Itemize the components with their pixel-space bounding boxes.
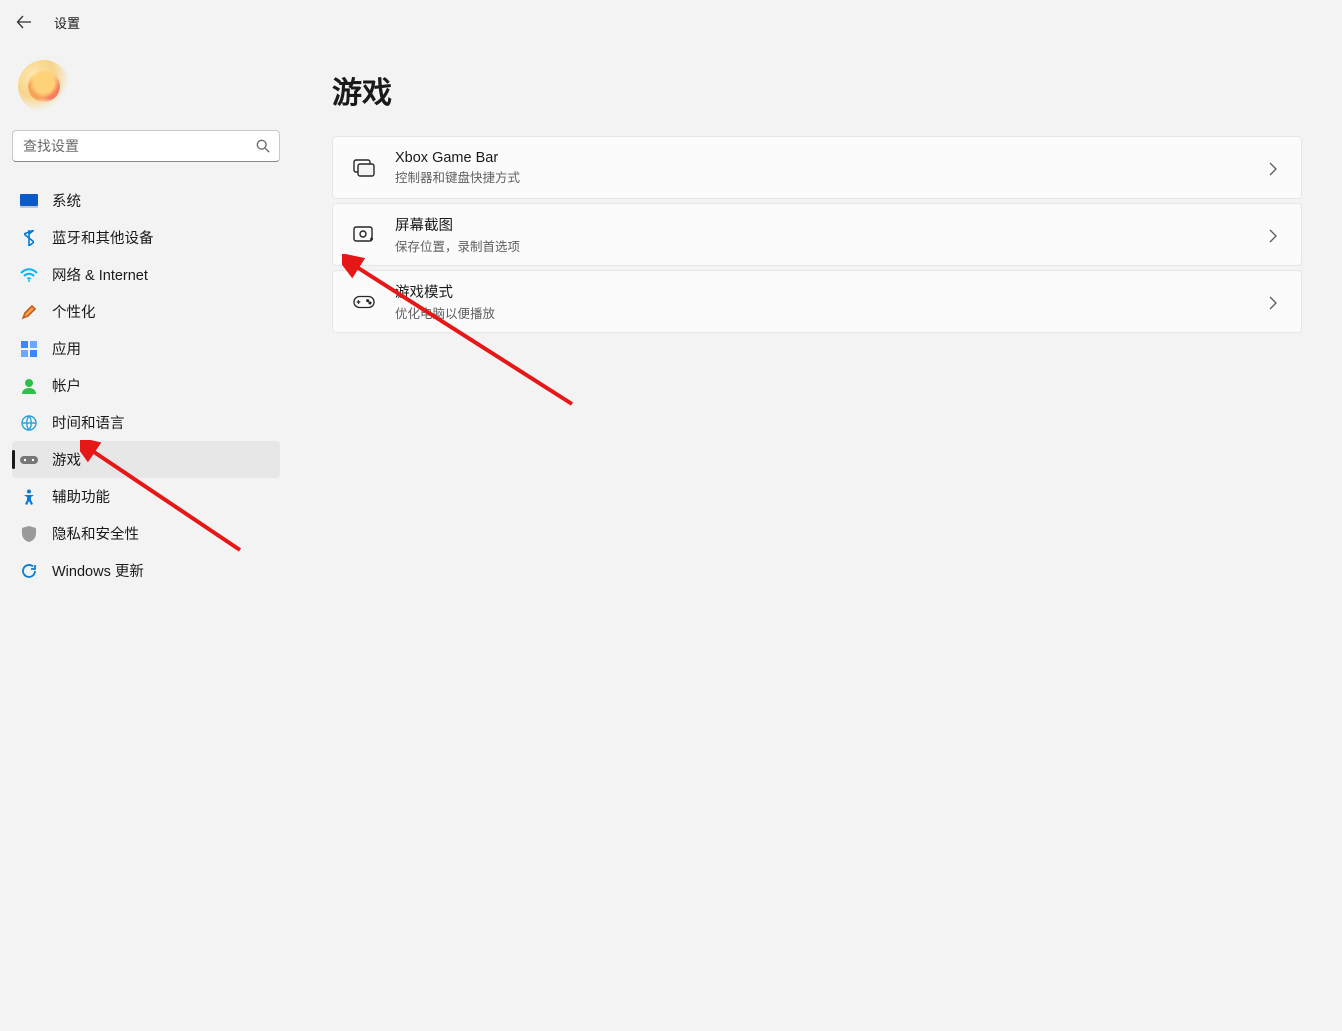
card-title: Xbox Game Bar [395, 150, 1269, 166]
sidebar-item-label: 应用 [52, 338, 81, 359]
card-subtitle: 优化电脑以便播放 [395, 303, 1269, 322]
bluetooth-icon [20, 229, 38, 247]
sidebar-item-time[interactable]: 时间和语言 [12, 404, 280, 441]
card-game-mode[interactable]: 游戏模式 优化电脑以便播放 [332, 270, 1302, 333]
sidebar-item-privacy[interactable]: 隐私和安全性 [12, 515, 280, 552]
card-texts: 屏幕截图 保存位置，录制首选项 [395, 214, 1269, 255]
card-title: 游戏模式 [395, 281, 1269, 302]
card-xbox-game-bar[interactable]: Xbox Game Bar 控制器和键盘快捷方式 [332, 136, 1302, 199]
sidebar-item-update[interactable]: Windows 更新 [12, 552, 280, 589]
sidebar: 系统 蓝牙和其他设备 网络 & Internet 个性化 [0, 44, 292, 1031]
shield-icon [20, 525, 38, 543]
sidebar-item-gaming[interactable]: 游戏 [12, 441, 280, 478]
chevron-right-icon [1269, 296, 1281, 308]
capture-icon [353, 224, 375, 246]
sidebar-nav: 系统 蓝牙和其他设备 网络 & Internet 个性化 [12, 182, 280, 589]
sidebar-item-label: 隐私和安全性 [52, 523, 139, 544]
apps-icon [20, 340, 38, 358]
wifi-icon [20, 266, 38, 284]
gamemode-icon [353, 291, 375, 313]
sidebar-item-network[interactable]: 网络 & Internet [12, 256, 280, 293]
monitor-icon [20, 192, 38, 210]
globe-icon [20, 414, 38, 432]
topbar: 设置 [0, 0, 1342, 44]
sidebar-item-system[interactable]: 系统 [12, 182, 280, 219]
sidebar-item-apps[interactable]: 应用 [12, 330, 280, 367]
user-avatar[interactable] [18, 60, 70, 112]
chevron-right-icon [1269, 229, 1281, 241]
sidebar-item-accessibility[interactable]: 辅助功能 [12, 478, 280, 515]
update-icon [20, 562, 38, 580]
sidebar-item-label: 帐户 [52, 375, 81, 396]
sidebar-item-label: 游戏 [52, 449, 81, 470]
brush-icon [20, 303, 38, 321]
content: 游戏 Xbox Game Bar 控制器和键盘快捷方式 屏幕截图 保存位置，录制… [292, 44, 1342, 1031]
xbox-icon [353, 157, 375, 179]
sidebar-item-accounts[interactable]: 帐户 [12, 367, 280, 404]
card-texts: Xbox Game Bar 控制器和键盘快捷方式 [395, 150, 1269, 186]
search-input[interactable] [12, 130, 280, 162]
back-button[interactable] [16, 14, 32, 30]
sidebar-item-label: 网络 & Internet [52, 264, 148, 285]
back-arrow-icon [16, 14, 32, 30]
card-title: 屏幕截图 [395, 214, 1269, 235]
accessibility-icon [20, 488, 38, 506]
sidebar-item-label: 系统 [52, 190, 81, 211]
sidebar-item-label: 辅助功能 [52, 486, 110, 507]
app-title: 设置 [54, 13, 80, 32]
card-subtitle: 控制器和键盘快捷方式 [395, 167, 1269, 186]
sidebar-item-label: 时间和语言 [52, 412, 125, 433]
card-texts: 游戏模式 优化电脑以便播放 [395, 281, 1269, 322]
sidebar-item-label: Windows 更新 [52, 560, 144, 581]
page-title: 游戏 [332, 68, 1302, 112]
sidebar-item-personalize[interactable]: 个性化 [12, 293, 280, 330]
sidebar-item-label: 个性化 [52, 301, 96, 322]
sidebar-item-label: 蓝牙和其他设备 [52, 227, 154, 248]
search-box [12, 130, 280, 162]
gamepad-icon [20, 451, 38, 469]
card-captures[interactable]: 屏幕截图 保存位置，录制首选项 [332, 203, 1302, 266]
card-subtitle: 保存位置，录制首选项 [395, 236, 1269, 255]
person-icon [20, 377, 38, 395]
chevron-right-icon [1269, 162, 1281, 174]
search-icon [256, 139, 270, 153]
sidebar-item-bluetooth[interactable]: 蓝牙和其他设备 [12, 219, 280, 256]
